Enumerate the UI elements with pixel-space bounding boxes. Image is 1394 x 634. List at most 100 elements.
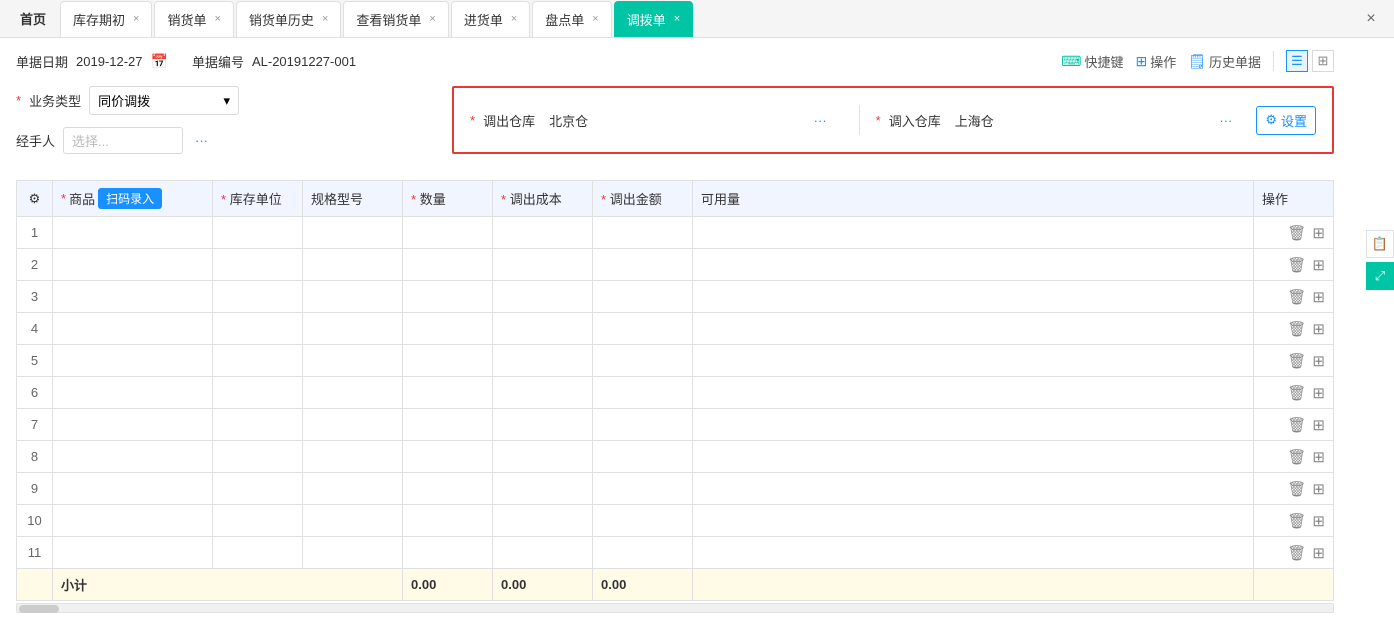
person-row: 经手人 选择... ··· xyxy=(16,127,436,154)
copy-icon[interactable]: ⊞ xyxy=(1312,288,1325,306)
tab-purchase-order[interactable]: 进货单 × xyxy=(451,1,530,37)
source-warehouse-value: 北京仓 xyxy=(549,111,588,130)
copy-icon[interactable]: ⊞ xyxy=(1312,256,1325,274)
col-cost: * 调出成本 xyxy=(493,181,593,217)
tab-close-view-sales[interactable]: × xyxy=(429,13,435,25)
table-row: 3🗑⊞ xyxy=(17,281,1334,313)
delete-icon[interactable]: 🗑 xyxy=(1287,352,1306,370)
copy-icon[interactable]: ⊞ xyxy=(1312,352,1325,370)
copy-icon[interactable]: ⊞ xyxy=(1312,512,1325,530)
biz-type-select[interactable]: 同价调拨 ▾ xyxy=(89,86,239,115)
gear-icon: ⚙ xyxy=(1265,112,1277,128)
source-warehouse-label: 调出仓库 xyxy=(483,111,535,130)
copy-icon[interactable]: ⊞ xyxy=(1312,224,1325,242)
biz-type-label: 业务类型 xyxy=(29,91,81,110)
copy-icon[interactable]: ⊞ xyxy=(1312,416,1325,434)
delete-icon[interactable]: 🗑 xyxy=(1287,288,1306,306)
layout-list-icon: ☰ xyxy=(1291,53,1303,69)
biz-type-row: * 业务类型 同价调拨 ▾ xyxy=(16,86,436,115)
table-row: 11🗑⊞ xyxy=(17,537,1334,569)
table-header-row: ⚙ * 商品 扫码录入 * 库存单位 规格型号 xyxy=(17,181,1334,217)
scan-button[interactable]: 扫码录入 xyxy=(98,188,162,209)
chevron-down-icon: ▾ xyxy=(224,93,231,109)
tab-stocktake[interactable]: 盘点单 × xyxy=(532,1,611,37)
tab-sales-history[interactable]: 销货单历史 × xyxy=(236,1,341,37)
amount-required-star: * xyxy=(601,192,606,207)
expand-float-button[interactable]: ⤢ xyxy=(1366,262,1394,290)
delete-icon[interactable]: 🗑 xyxy=(1287,256,1306,274)
unit-required-star: * xyxy=(221,192,226,207)
layout-list-button[interactable]: ☰ xyxy=(1286,50,1308,72)
copy-icon[interactable]: ⊞ xyxy=(1312,320,1325,338)
window-close-button[interactable]: × xyxy=(1356,4,1386,34)
history-button[interactable]: 🗒 历史单据 xyxy=(1188,52,1261,71)
scroll-thumb[interactable] xyxy=(19,605,59,613)
qty-required-star: * xyxy=(411,192,416,207)
source-warehouse-more[interactable]: ··· xyxy=(814,113,843,128)
tab-close-stocktake[interactable]: × xyxy=(592,13,598,25)
table-row: 4🗑⊞ xyxy=(17,313,1334,345)
layout-buttons: ☰ ⊞ xyxy=(1286,50,1334,72)
delete-icon[interactable]: 🗑 xyxy=(1287,512,1306,530)
tab-view-sales[interactable]: 查看销货单 × xyxy=(343,1,448,37)
delete-icon[interactable]: 🗑 xyxy=(1287,544,1306,562)
order-label: 单据编号 xyxy=(192,52,244,71)
tab-home[interactable]: 首页 xyxy=(8,1,58,37)
date-field: 单据日期 2019-12-27 📅 xyxy=(16,52,168,71)
operations-button[interactable]: ⊞ 操作 xyxy=(1135,52,1176,71)
tab-close-sales-order[interactable]: × xyxy=(214,13,220,25)
tab-close-transfer[interactable]: × xyxy=(674,13,680,25)
note-float-button[interactable]: 📋 xyxy=(1366,230,1394,258)
table-row: 7🗑⊞ xyxy=(17,409,1334,441)
table-row: 9🗑⊞ xyxy=(17,473,1334,505)
delete-icon[interactable]: 🗑 xyxy=(1287,416,1306,434)
date-label: 单据日期 xyxy=(16,52,68,71)
person-input[interactable]: 选择... xyxy=(63,127,183,154)
copy-icon[interactable]: ⊞ xyxy=(1312,544,1325,562)
delete-icon[interactable]: 🗑 xyxy=(1287,448,1306,466)
tab-close-sales-history[interactable]: × xyxy=(322,13,328,25)
tab-inventory-init[interactable]: 库存期初 × xyxy=(60,1,152,37)
tab-transfer[interactable]: 调拨单 × xyxy=(614,1,693,37)
layout-grid-button[interactable]: ⊞ xyxy=(1312,50,1334,72)
table-row: 6🗑⊞ xyxy=(17,377,1334,409)
source-warehouse-group: * 调出仓库 北京仓 ··· xyxy=(470,111,843,130)
col-spec: 规格型号 xyxy=(303,181,403,217)
delete-icon[interactable]: 🗑 xyxy=(1287,224,1306,242)
table-row: 8🗑⊞ xyxy=(17,441,1334,473)
expand-icon: ⤢ xyxy=(1375,268,1385,284)
col-gear[interactable]: ⚙ xyxy=(17,181,53,217)
tab-close-inventory-init[interactable]: × xyxy=(133,13,139,25)
delete-icon[interactable]: 🗑 xyxy=(1287,480,1306,498)
source-required-star: * xyxy=(470,113,475,128)
col-product: * 商品 扫码录入 xyxy=(53,181,213,217)
col-unit: * 库存单位 xyxy=(213,181,303,217)
person-more-icon[interactable]: ··· xyxy=(195,133,208,148)
copy-icon[interactable]: ⊞ xyxy=(1312,480,1325,498)
subtotal-amount: 0.00 xyxy=(593,569,693,601)
delete-icon[interactable]: 🗑 xyxy=(1287,320,1306,338)
delete-icon[interactable]: 🗑 xyxy=(1287,384,1306,402)
tab-sales-order[interactable]: 销货单 × xyxy=(154,1,233,37)
calendar-icon[interactable]: 📅 xyxy=(151,53,168,70)
form-header: 单据日期 2019-12-27 📅 单据编号 AL-20191227-001 ⌨… xyxy=(16,50,1334,72)
copy-icon[interactable]: ⊞ xyxy=(1312,384,1325,402)
col-available: 可用量 xyxy=(693,181,1254,217)
horizontal-scrollbar[interactable] xyxy=(16,603,1334,613)
table-row: 5🗑⊞ xyxy=(17,345,1334,377)
date-value: 2019-12-27 xyxy=(76,54,143,69)
copy-icon[interactable]: ⊞ xyxy=(1312,448,1325,466)
data-table: ⚙ * 商品 扫码录入 * 库存单位 规格型号 xyxy=(16,180,1334,601)
shortcuts-button[interactable]: ⌨ 快捷键 xyxy=(1061,52,1123,71)
target-warehouse-value: 上海仓 xyxy=(955,111,994,130)
layout-grid-icon: ⊞ xyxy=(1318,53,1329,69)
tab-close-purchase-order[interactable]: × xyxy=(511,13,517,25)
col-amount: * 调出金额 xyxy=(593,181,693,217)
subtotal-row: 小计 0.00 0.00 0.00 xyxy=(17,569,1334,601)
tab-bar: 首页 库存期初 × 销货单 × 销货单历史 × 查看销货单 × 进货单 × 盘点… xyxy=(0,0,1394,38)
settings-button[interactable]: ⚙ 设置 xyxy=(1256,106,1316,135)
target-warehouse-more[interactable]: ··· xyxy=(1219,113,1248,128)
toolbar-divider xyxy=(1273,51,1274,71)
col-ops: 操作 xyxy=(1254,181,1334,217)
warehouse-section: * 调出仓库 北京仓 ··· * 调入仓库 上海仓 ··· ⚙ 设置 xyxy=(452,86,1334,154)
